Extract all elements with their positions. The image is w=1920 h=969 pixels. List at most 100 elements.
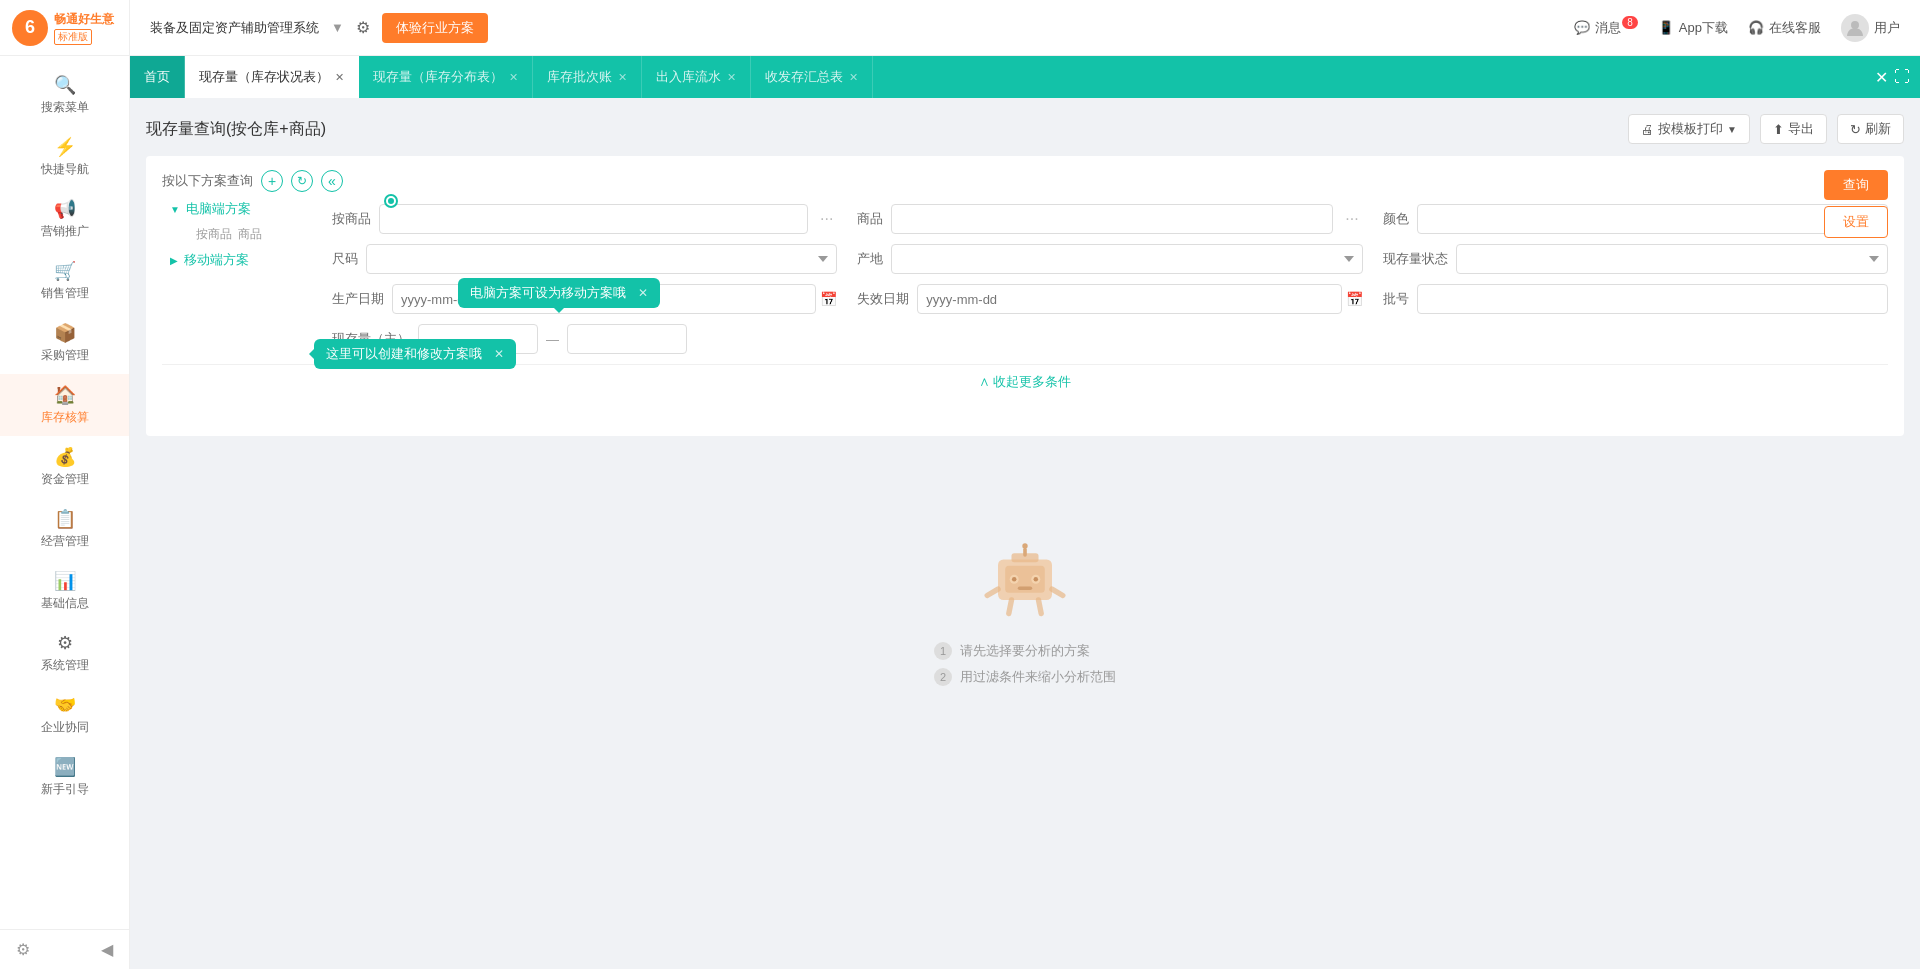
tab-receipt-summary[interactable]: 收发存汇总表 ✕ xyxy=(751,56,873,98)
origin-select[interactable] xyxy=(891,244,1362,274)
size-select[interactable] xyxy=(366,244,837,274)
system-name: 装备及固定资产辅助管理系统 xyxy=(150,19,319,37)
sidebar-item-system[interactable]: ⚙ 系统管理 xyxy=(0,622,129,684)
sidebar-item-basic-info[interactable]: 📊 基础信息 xyxy=(0,560,129,622)
filter-row-size: 尺码 xyxy=(332,244,837,274)
amount-dash: — xyxy=(546,332,559,347)
settings-icon[interactable]: ⚙ xyxy=(16,940,30,959)
stock-status-select[interactable] xyxy=(1456,244,1888,274)
guide-icon: 🆕 xyxy=(54,756,76,778)
tab-inventory-dist[interactable]: 现存量（库存分布表） ✕ xyxy=(359,56,533,98)
sidebar-item-quick-nav[interactable]: ⚡ 快捷导航 xyxy=(0,126,129,188)
filter-label: 按以下方案查询 xyxy=(162,172,253,190)
message-item[interactable]: 💬 消息 8 xyxy=(1574,19,1638,37)
sidebar-item-finance[interactable]: 💰 资金管理 xyxy=(0,436,129,498)
warehouse-input[interactable] xyxy=(379,204,808,234)
expire-date-input[interactable] xyxy=(917,284,1341,314)
sidebar-nav: 🔍 搜索菜单 ⚡ 快捷导航 📢 营销推广 🛒 销售管理 📦 采购管理 🏠 库存核… xyxy=(0,56,129,929)
goods-dots[interactable]: ··· xyxy=(1341,210,1362,228)
inventory-icon: 🏠 xyxy=(54,384,76,406)
filter-row-stock-status: 现存量状态 xyxy=(1383,244,1888,274)
svg-point-5 xyxy=(1012,577,1017,582)
sidebar-item-inventory[interactable]: 🏠 库存核算 xyxy=(0,374,129,436)
filter-header: 按以下方案查询 + ↻ « xyxy=(162,170,1888,192)
page-actions: 🖨 按模板打印 ▼ ⬆ 导出 ↻ 刷新 xyxy=(1628,114,1904,144)
empty-step-2: 2 用过滤条件来缩小分析范围 xyxy=(934,664,1116,690)
batch-label: 批号 xyxy=(1383,290,1409,308)
batch-input[interactable] xyxy=(1417,284,1888,314)
svg-point-6 xyxy=(1034,577,1039,582)
tab-home[interactable]: 首页 xyxy=(130,56,185,98)
empty-step-1: 1 请先选择要分析的方案 xyxy=(934,638,1116,664)
goods-input[interactable] xyxy=(891,204,1333,234)
prod-date-calendar-icon[interactable]: 📅 xyxy=(820,291,837,307)
app-download-item[interactable]: 📱 App下载 xyxy=(1658,19,1728,37)
sidebar-item-marketing[interactable]: 📢 营销推广 xyxy=(0,188,129,250)
logo-icon: 6 xyxy=(12,10,48,46)
print-button[interactable]: 🖨 按模板打印 ▼ xyxy=(1628,114,1750,144)
color-select[interactable] xyxy=(1417,204,1888,234)
trial-button[interactable]: 体验行业方案 xyxy=(382,13,488,43)
header-left: 装备及固定资产辅助管理系统 ▼ ⚙ 体验行业方案 xyxy=(150,13,488,43)
collapse-sidebar-icon[interactable]: ◀ xyxy=(101,940,113,959)
tab-close-receipt-summary[interactable]: ✕ xyxy=(849,71,858,84)
tooltip2-close-button[interactable]: ✕ xyxy=(494,347,504,361)
sidebar-item-purchase[interactable]: 📦 采购管理 xyxy=(0,312,129,374)
tab-in-out-flow[interactable]: 出入库流水 ✕ xyxy=(642,56,751,98)
tooltip1-close-button[interactable]: ✕ xyxy=(638,286,648,300)
export-icon: ⬆ xyxy=(1773,122,1784,137)
sidebar-item-guide[interactable]: 🆕 新手引导 xyxy=(0,746,129,808)
settings-gear-icon[interactable]: ⚙ xyxy=(356,18,370,37)
sidebar-item-enterprise[interactable]: 🤝 企业协同 xyxy=(0,684,129,746)
step-num-1: 1 xyxy=(934,642,952,660)
filter-add-button[interactable]: + xyxy=(261,170,283,192)
quick-nav-icon: ⚡ xyxy=(54,136,76,158)
scheme-mobile-node[interactable]: ▶ 移动端方案 xyxy=(162,247,362,273)
filter-row-expire-date: 失效日期 📅 xyxy=(857,284,1362,314)
expire-date-calendar-icon[interactable]: 📅 xyxy=(1346,291,1363,307)
sidebar-item-operations[interactable]: 📋 经营管理 xyxy=(0,498,129,560)
tab-close-all-button[interactable]: ✕ xyxy=(1875,68,1888,87)
filter-section: 按以下方案查询 + ↻ « 电脑方案可设为移动方案哦 ✕ 这里可以创建和修改方案… xyxy=(146,156,1904,436)
tab-inventory-status[interactable]: 现存量（库存状况表） ✕ xyxy=(185,56,359,98)
page-header: 现存量查询(按仓库+商品) 🖨 按模板打印 ▼ ⬆ 导出 ↻ 刷新 xyxy=(146,114,1904,144)
online-support-item[interactable]: 🎧 在线客服 xyxy=(1748,19,1821,37)
system-dropdown-icon[interactable]: ▼ xyxy=(331,20,344,35)
warehouse-dots[interactable]: ··· xyxy=(816,210,837,228)
export-button[interactable]: ⬆ 导出 xyxy=(1760,114,1827,144)
tab-batch-account[interactable]: 库存批次账 ✕ xyxy=(533,56,642,98)
sidebar-item-search-menu[interactable]: 🔍 搜索菜单 xyxy=(0,64,129,126)
svg-line-12 xyxy=(1052,589,1063,595)
user-item[interactable]: 用户 xyxy=(1841,14,1900,42)
sidebar-footer: ⚙ ◀ xyxy=(0,929,129,969)
scheme-pc-child-warehouse[interactable]: 按商品商品 xyxy=(182,222,362,247)
search-menu-icon: 🔍 xyxy=(54,74,76,96)
step-num-2: 2 xyxy=(934,668,952,686)
collapse-row[interactable]: ∧ 收起更多条件 xyxy=(162,364,1888,399)
scheme-tree: ▼ 电脑端方案 按商品商品 ▶ 移动端方案 xyxy=(162,196,362,273)
filter-amount-row: 现存量（主） — xyxy=(332,324,1888,354)
tab-close-inventory-status[interactable]: ✕ xyxy=(335,71,344,84)
tab-close-batch-account[interactable]: ✕ xyxy=(618,71,627,84)
tab-close-inventory-dist[interactable]: ✕ xyxy=(509,71,518,84)
tab-expand-button[interactable]: ⛶ xyxy=(1894,68,1910,86)
tab-close-in-out-flow[interactable]: ✕ xyxy=(727,71,736,84)
filter-prev-button[interactable]: « xyxy=(321,170,343,192)
goods-label: 商品 xyxy=(857,210,883,228)
main-content: 现存量查询(按仓库+商品) 🖨 按模板打印 ▼ ⬆ 导出 ↻ 刷新 按以下方案查… xyxy=(130,98,1920,969)
sidebar-item-sales[interactable]: 🛒 销售管理 xyxy=(0,250,129,312)
message-icon: 💬 xyxy=(1574,20,1590,35)
query-button[interactable]: 查询 xyxy=(1824,170,1888,200)
reset-button[interactable]: 设置 xyxy=(1824,206,1888,238)
filter-sync-button[interactable]: ↻ xyxy=(291,170,313,192)
inventory-max-input[interactable] xyxy=(567,324,687,354)
header-right: 💬 消息 8 📱 App下载 🎧 在线客服 用户 xyxy=(1574,14,1900,42)
empty-steps: 1 请先选择要分析的方案 2 用过滤条件来缩小分析范围 xyxy=(934,638,1116,690)
top-header: 装备及固定资产辅助管理系统 ▼ ⚙ 体验行业方案 💬 消息 8 📱 App下载 … xyxy=(130,0,1920,56)
empty-illustration xyxy=(980,528,1070,618)
marketing-icon: 📢 xyxy=(54,198,76,220)
scheme-pc-node[interactable]: ▼ 电脑端方案 xyxy=(162,196,362,222)
scheme-pc-label: 电脑端方案 xyxy=(186,200,251,218)
refresh-button[interactable]: ↻ 刷新 xyxy=(1837,114,1904,144)
operations-icon: 📋 xyxy=(54,508,76,530)
